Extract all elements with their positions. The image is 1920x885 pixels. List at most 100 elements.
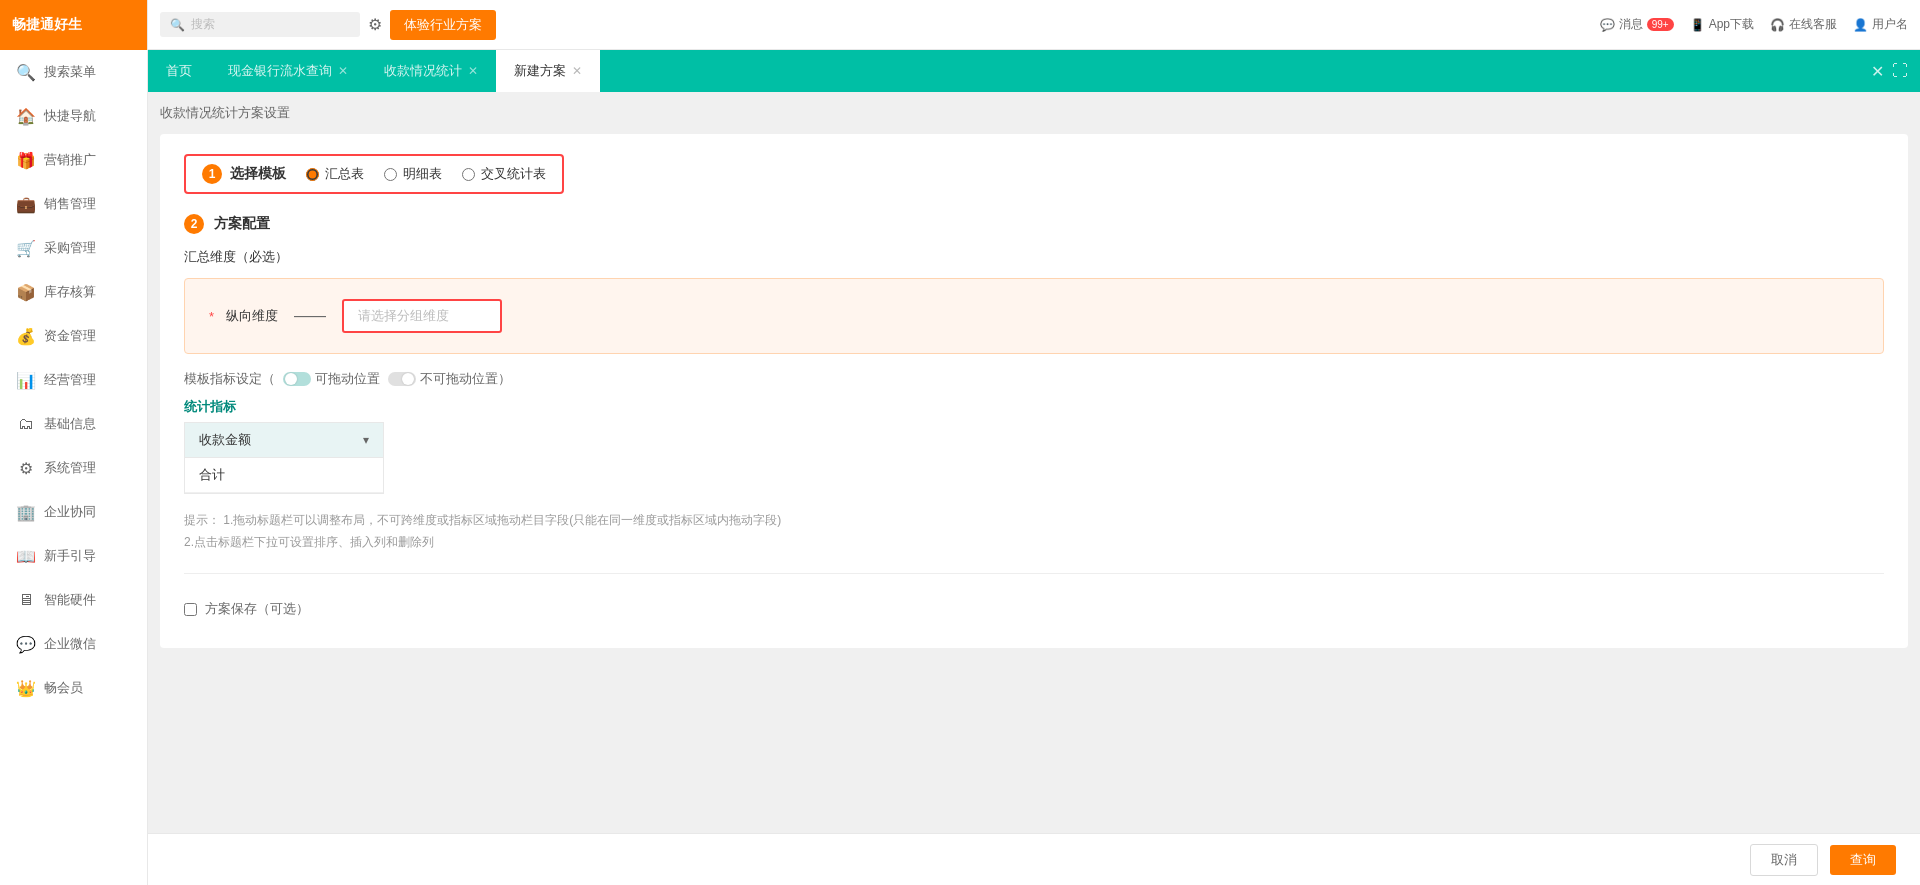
step1-section: 1 选择模板 汇总表 明细表 [184,154,1884,194]
radio-summary-input[interactable] [306,168,319,181]
tab-new-plan[interactable]: 新建方案 ✕ [496,50,600,92]
tab-cashbank-label: 现金银行流水查询 [228,62,332,80]
logo-text: 畅捷通好生 [12,16,82,34]
sidebar-item-quick-nav[interactable]: 🏠 快捷导航 [0,94,147,138]
sidebar-item-sys-mgmt[interactable]: ⚙ 系统管理 [0,446,147,490]
radio-cross-label: 交叉统计表 [481,165,546,183]
sidebar-item-operations[interactable]: 📊 经营管理 [0,358,147,402]
step2-num: 2 [184,214,204,234]
topbar-actions: 💬 消息 99+ 📱 App下载 🎧 在线客服 👤 用户名 [1600,16,1908,33]
sidebar-item-sales[interactable]: 💼 销售管理 [0,182,147,226]
search-icon: 🔍 [170,18,185,32]
dim-row-label: 纵向维度 [226,307,278,325]
sidebar-item-wechat[interactable]: 💬 企业微信 [0,622,147,666]
app-download-action[interactable]: 📱 App下载 [1690,16,1754,33]
dimension-area: * 纵向维度 —— 请选择分组维度 [184,278,1884,354]
tab-collection-close[interactable]: ✕ [468,64,478,78]
tabs-right-actions: ✕ ⛶ [1871,62,1920,81]
search-bar[interactable]: 🔍 搜索 [160,12,360,37]
draggable-legend: 可拖动位置 [283,370,380,388]
step2-header: 2 方案配置 [184,214,1884,234]
radio-cross[interactable]: 交叉统计表 [462,165,546,183]
col-header-text: 收款金额 [199,431,251,449]
radio-detail-input[interactable] [384,168,397,181]
search-placeholder: 搜索 [191,16,215,33]
sidebar-item-marketing[interactable]: 🎁 营销推广 [0,138,147,182]
content-area: 收款情况统计方案设置 1 选择模板 [148,92,1920,833]
radio-summary-label: 汇总表 [325,165,364,183]
sidebar-item-label: 经营管理 [44,371,96,389]
search-menu-icon: 🔍 [16,62,36,82]
tab-cashbank-close[interactable]: ✕ [338,64,348,78]
non-draggable-legend: 不可拖动位置） [388,370,511,388]
sidebar-item-inventory[interactable]: 📦 库存核算 [0,270,147,314]
sidebar-item-label: 库存核算 [44,283,96,301]
arrow-icon: —— [294,307,326,325]
sidebar-item-base-info[interactable]: 🗂 基础信息 [0,402,147,446]
footer: 取消 查询 [148,833,1920,885]
tab-collection[interactable]: 收款情况统计 ✕ [366,50,496,92]
non-draggable-text: 不可拖动位置） [420,370,511,388]
sidebar-item-smart-hw[interactable]: 🖥 智能硬件 [0,578,147,622]
metrics-col-header[interactable]: 收款金额 ▾ [185,423,383,458]
sidebar-item-label: 企业协同 [44,503,96,521]
tab-new-plan-label: 新建方案 [514,62,566,80]
sidebar-item-search-menu[interactable]: 🔍 搜索菜单 [0,50,147,94]
form-panel: 1 选择模板 汇总表 明细表 [160,134,1908,648]
radio-summary[interactable]: 汇总表 [306,165,364,183]
metrics-title-text: 模板指标设定（ [184,370,275,388]
dim-select-placeholder: 请选择分组维度 [358,308,449,323]
inventory-icon: 📦 [16,282,36,302]
draggable-text: 可拖动位置 [315,370,380,388]
tab-cashbank[interactable]: 现金银行流水查询 ✕ [210,50,366,92]
sidebar-item-label: 基础信息 [44,415,96,433]
sidebar-item-label: 销售管理 [44,195,96,213]
quick-nav-icon: 🏠 [16,106,36,126]
dim-section-label: 汇总维度（必选） [184,248,1884,266]
gear-icon[interactable]: ⚙ [368,15,382,34]
smart-hw-icon: 🖥 [16,590,36,610]
metrics-stats-block: 统计指标 收款金额 ▾ 合计 [184,398,384,494]
main-area: 🔍 搜索 ⚙ 体验行业方案 💬 消息 99+ 📱 App下载 🎧 在线客服 👤 … [148,0,1920,885]
user-avatar: 👤 [1853,18,1868,32]
dim-select[interactable]: 请选择分组维度 [342,299,502,333]
divider [184,573,1884,574]
tips-section: 提示： 1.拖动标题栏可以调整布局，不可跨维度或指标区域拖动栏目字段(只能在同一… [184,510,1884,553]
query-button[interactable]: 查询 [1830,845,1896,875]
sidebar-logo: 畅捷通好生 [0,0,147,50]
sidebar-item-purchase[interactable]: 🛒 采购管理 [0,226,147,270]
purchase-icon: 🛒 [16,238,36,258]
tab-collection-label: 收款情况统计 [384,62,462,80]
metrics-cell-total: 合计 [185,458,383,493]
dropdown-icon[interactable]: ▾ [363,433,369,447]
message-action[interactable]: 💬 消息 99+ [1600,16,1674,33]
message-icon: 💬 [1600,18,1615,32]
operations-icon: 📊 [16,370,36,390]
message-badge: 99+ [1647,18,1674,31]
tab-new-plan-close[interactable]: ✕ [572,64,582,78]
sidebar-item-label: 快捷导航 [44,107,96,125]
sidebar-item-member[interactable]: 👑 畅会员 [0,666,147,710]
user-action[interactable]: 👤 用户名 [1853,16,1908,33]
sidebar-item-enterprise[interactable]: 🏢 企业协同 [0,490,147,534]
radio-cross-input[interactable] [462,168,475,181]
save-checkbox[interactable] [184,603,197,616]
sidebar-item-finance[interactable]: 💰 资金管理 [0,314,147,358]
page-title: 收款情况统计方案设置 [160,104,1908,122]
dimension-row: * 纵向维度 —— 请选择分组维度 [209,299,1859,333]
online-service-action[interactable]: 🎧 在线客服 [1770,16,1837,33]
industry-btn[interactable]: 体验行业方案 [390,10,496,40]
step1-label: 选择模板 [230,165,286,183]
step2-section: 2 方案配置 汇总维度（必选） * 纵向维度 —— 请选 [184,214,1884,553]
topbar: 🔍 搜索 ⚙ 体验行业方案 💬 消息 99+ 📱 App下载 🎧 在线客服 👤 … [148,0,1920,50]
maximize-icon[interactable]: ⛶ [1892,62,1908,80]
sidebar: 畅捷通好生 🔍 搜索菜单 🏠 快捷导航 🎁 营销推广 💼 销售管理 🛒 采购管理… [0,0,148,885]
radio-detail[interactable]: 明细表 [384,165,442,183]
stats-label: 统计指标 [184,398,384,416]
tab-home[interactable]: 首页 [148,62,210,80]
cancel-button[interactable]: 取消 [1750,844,1818,876]
radio-detail-label: 明细表 [403,165,442,183]
sidebar-item-label: 企业微信 [44,635,96,653]
close-window-icon[interactable]: ✕ [1871,62,1884,81]
sidebar-item-newbie[interactable]: 📖 新手引导 [0,534,147,578]
